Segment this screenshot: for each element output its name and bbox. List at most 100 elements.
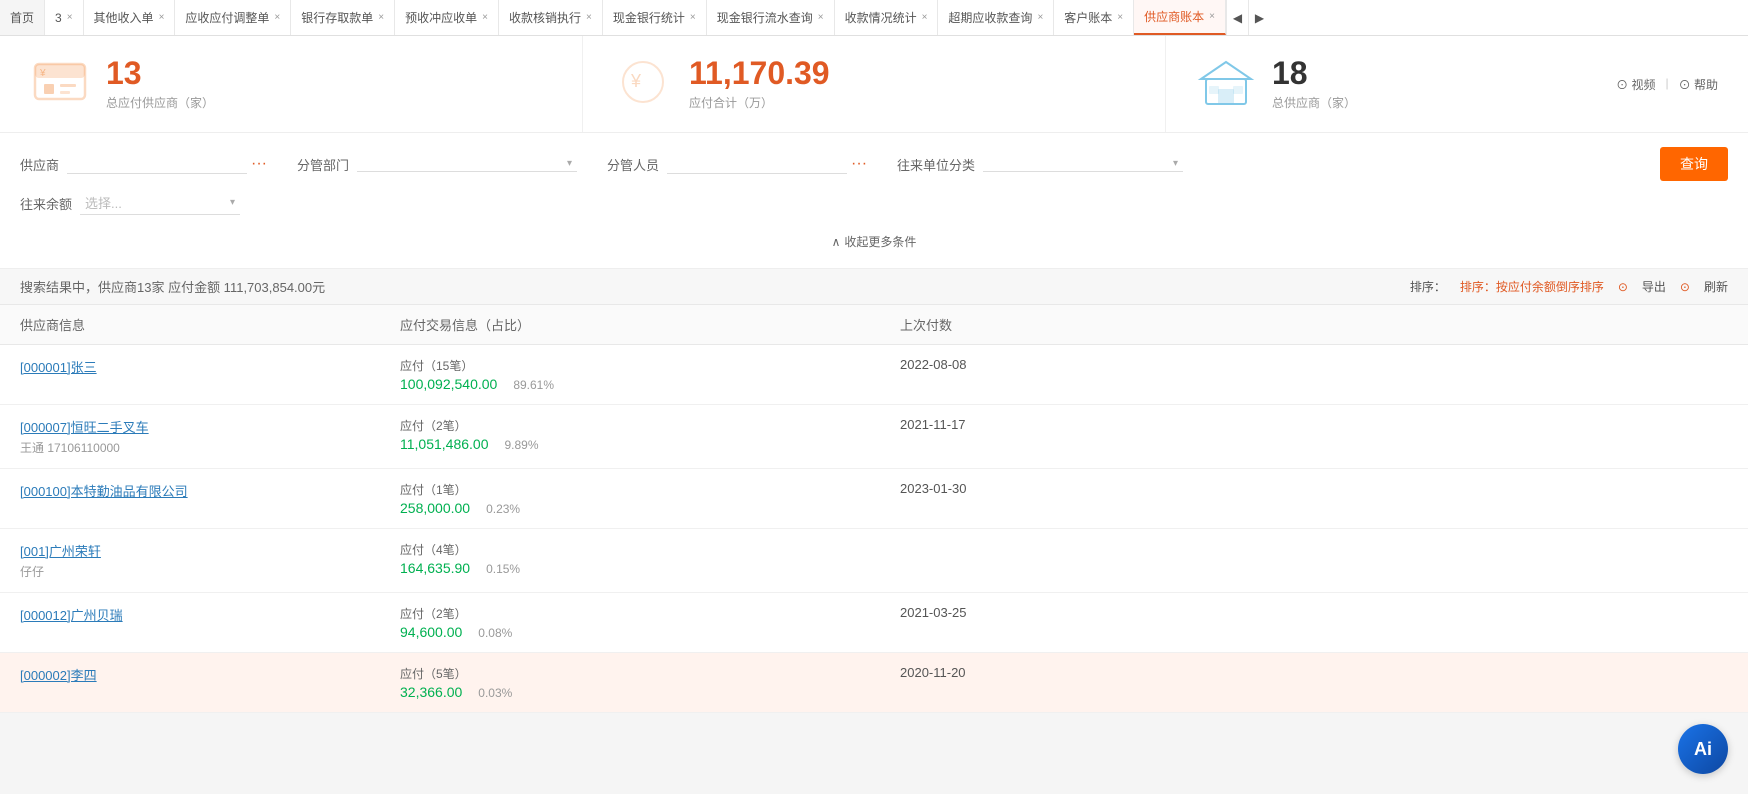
last-pay-date-6: 2020-11-20 [900,665,966,680]
payable-amount-link-6[interactable]: 32,366.00 [400,684,462,700]
close-icon[interactable]: × [67,12,73,23]
summary-card-2-info: 11,170.39 应付合计（万） [689,57,830,111]
summary-row: ¥ 13 总应付供应商（家） ¥ 11,170.39 应付合计（万） [0,36,1748,133]
payable-amount-link-4[interactable]: 164,635.90 [400,560,470,576]
supplier-contact-2: 王通 17106110000 [20,439,400,456]
close-icon[interactable]: × [1117,12,1123,23]
nav-tab-collection-stat[interactable]: 收款情况统计 × [835,0,939,35]
nav-tab-collection-exec[interactable]: 收款核销执行 × [499,0,603,35]
supplier-info-4: [001]广州荣轩 仔仔 [20,541,400,580]
table-row: [000002]李四 应付（5笔） 32,366.00 0.03% 2020-1… [0,653,1748,713]
query-button[interactable]: 查询 [1660,147,1728,181]
last-pay-date-1: 2022-08-08 [900,357,967,372]
payable-count-5: 应付（2笔） [400,605,900,622]
store-icon [1196,54,1256,114]
close-icon[interactable]: × [378,12,384,23]
payable-count-3: 应付（1笔） [400,481,900,498]
person-input[interactable] [667,154,847,174]
close-icon[interactable]: × [690,12,696,23]
payable-info-6: 应付（5笔） 32,366.00 0.03% [400,665,900,700]
balance-select[interactable]: 选择... ▾ [80,191,240,215]
nav-tab-bank-withdraw[interactable]: 银行存取款单 × [291,0,395,35]
supplier-name-link-2[interactable]: [000007]恒旺二手叉车 [20,420,149,435]
supplier-info-5: [000012]广州贝瑞 [20,605,400,624]
dept-filter-label: 分管部门 [297,155,349,174]
balance-filter-label: 往来余额 [20,194,72,213]
filter-area: 供应商 ··· 分管部门 ▾ 分管人员 ··· 往来单位分类 ▾ 查询 [0,133,1748,269]
nav-left-arrow[interactable]: ◀ [1226,0,1248,35]
header-supplier: 供应商信息 [20,315,400,334]
close-icon[interactable]: × [274,12,280,23]
table-header: 供应商信息 应付交易信息（占比） 上次付数 [0,305,1748,345]
payable-info-3: 应付（1笔） 258,000.00 0.23% [400,481,900,516]
nav-tab-cash-bank-stat[interactable]: 现金银行统计 × [603,0,707,35]
payable-icon: ¥ [613,54,673,114]
close-icon[interactable]: × [1209,11,1215,22]
sort-value[interactable]: 排序：按应付余额倒序排序 [1460,278,1604,295]
payable-row-3: 258,000.00 0.23% [400,500,900,516]
last-pay-date-3: 2023-01-30 [900,481,967,496]
data-table: 供应商信息 应付交易信息（占比） 上次付数 [000001]张三 应付（15笔）… [0,305,1748,713]
payable-amount-link-1[interactable]: 100,092,540.00 [400,376,497,392]
close-icon[interactable]: × [482,12,488,23]
refresh-button[interactable]: 刷新 [1704,278,1728,295]
payable-info-2: 应付（2笔） 11,051,486.00 9.89% [400,417,900,452]
filter-unit-category: 往来单位分类 ▾ [897,155,1183,174]
export-icon: ⊙ [1618,280,1628,294]
filter-row-1: 供应商 ··· 分管部门 ▾ 分管人员 ··· 往来单位分类 ▾ 查询 [20,147,1728,181]
nav-tab-home[interactable]: 首页 [0,0,45,35]
supplier-info-1: [000001]张三 [20,357,400,376]
nav-tab-customer-book[interactable]: 客户账本 × [1054,0,1134,35]
supplier-name-link-3[interactable]: [000100]本特勤油品有限公司 [20,484,188,499]
unit-category-select[interactable]: ▾ [983,156,1183,172]
payable-row-6: 32,366.00 0.03% [400,684,900,700]
supplier-name-link-5[interactable]: [000012]广州贝瑞 [20,608,123,623]
payable-supplier-count: 13 [106,57,214,89]
nav-tab-other-income[interactable]: 其他收入单 × [84,0,176,35]
lastpay-1: 2022-08-08 [900,357,1728,372]
supplier-info-6: [000002]李四 [20,665,400,684]
ai-assistant-button[interactable]: Ai [1678,724,1728,774]
payable-count-2: 应付（2笔） [400,417,900,434]
video-link[interactable]: ⊙ 视频 [1616,76,1655,93]
supplier-input[interactable] [67,154,247,174]
filter-supplier: 供应商 ··· [20,154,267,174]
dept-select[interactable]: ▾ [357,156,577,172]
supplier-name-link-6[interactable]: [000002]李四 [20,668,97,683]
nav-tab-cash-flow[interactable]: 现金银行流水查询 × [707,0,835,35]
nav-tab-3[interactable]: 3 × [45,0,84,35]
nav-tab-prepay[interactable]: 预收冲应收单 × [395,0,499,35]
collapse-button[interactable]: ∧ 收起更多条件 [20,229,1728,254]
sort-label: 排序： [1410,278,1446,295]
payable-percent-5: 0.08% [478,626,512,640]
close-icon[interactable]: × [922,12,928,23]
supplier-name-link-1[interactable]: [000001]张三 [20,360,97,375]
supplier-info-2: [000007]恒旺二手叉车 王通 17106110000 [20,417,400,456]
nav-tab-overdue-query[interactable]: 超期应收款查询 × [938,0,1054,35]
summary-card-total-suppliers: 18 总供应商（家） ⊙ 视频 | ⊙ 帮助 [1166,36,1748,132]
supplier-filter-label: 供应商 [20,155,59,174]
supplier-input-dots[interactable]: ··· [251,155,267,173]
table-row: [001]广州荣轩 仔仔 应付（4笔） 164,635.90 0.15% [0,529,1748,593]
person-input-dots[interactable]: ··· [851,155,867,173]
refresh-icon: ⊙ [1680,280,1690,294]
help-link[interactable]: ⊙ 帮助 [1679,76,1718,93]
payable-row-4: 164,635.90 0.15% [400,560,900,576]
payable-amount-link-5[interactable]: 94,600.00 [400,624,462,640]
dept-dropdown-arrow: ▾ [567,158,572,169]
close-icon[interactable]: × [1037,12,1043,23]
export-button[interactable]: 导出 [1642,278,1666,295]
payable-amount-link-3[interactable]: 258,000.00 [400,500,470,516]
close-icon[interactable]: × [159,12,165,23]
payable-amount-link-2[interactable]: 11,051,486.00 [400,436,489,452]
close-icon[interactable]: × [818,12,824,23]
total-supplier-label: 总供应商（家） [1272,94,1356,111]
nav-tab-adjustment[interactable]: 应收应付调整单 × [175,0,291,35]
payable-count-4: 应付（4笔） [400,541,900,558]
nav-right-arrow[interactable]: ▶ [1248,0,1270,35]
nav-tab-supplier-book[interactable]: 供应商账本 × [1134,0,1226,35]
close-icon[interactable]: × [586,12,592,23]
table-row: [000100]本特勤油品有限公司 应付（1笔） 258,000.00 0.23… [0,469,1748,529]
payable-supplier-label: 总应付供应商（家） [106,94,214,111]
supplier-name-link-4[interactable]: [001]广州荣轩 [20,544,101,559]
